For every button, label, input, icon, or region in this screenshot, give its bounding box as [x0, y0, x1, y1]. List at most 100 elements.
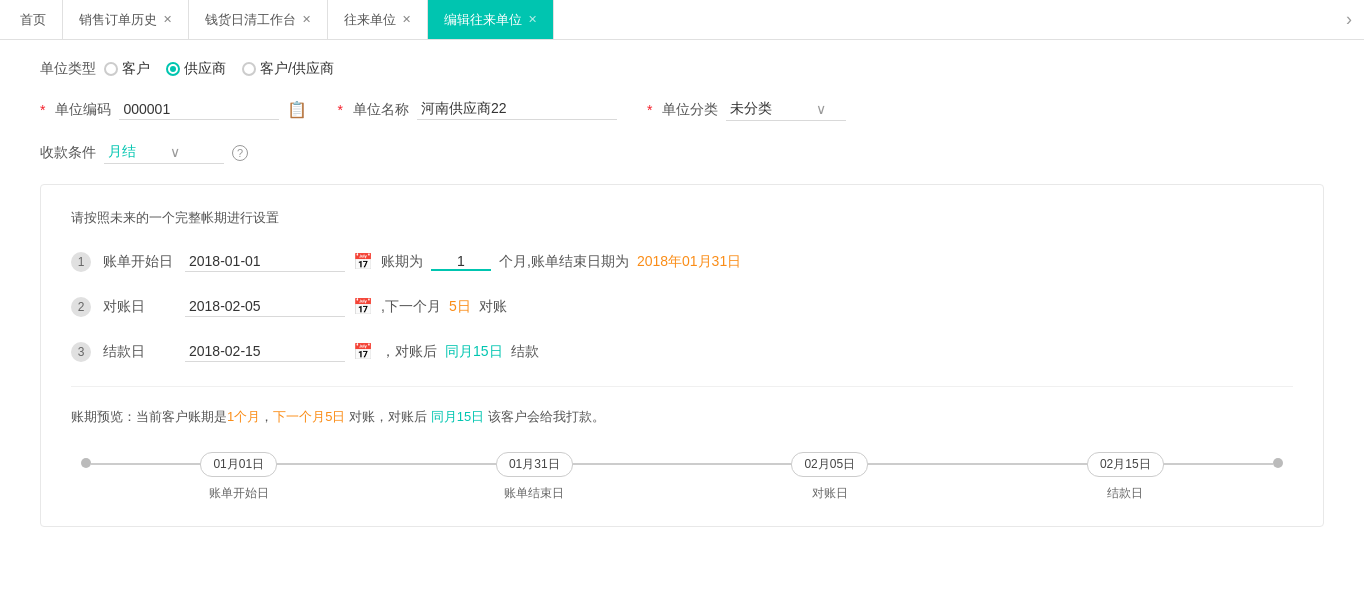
tab-edit-partner-label: 编辑往来单位 — [444, 11, 522, 29]
payment-terms-group: 收款条件 月结 ∨ ? — [40, 141, 248, 164]
tab-bar: 首页 销售订单历史 ✕ 钱货日清工作台 ✕ 往来单位 ✕ 编辑往来单位 ✕ › — [0, 0, 1364, 40]
preview-part1: 1个月 — [227, 409, 260, 424]
step3-suffix: 结款 — [511, 343, 539, 361]
preview-section: 账期预览：当前客户账期是1个月，下一个月5日 对账，对账后 同月15日 该客户会… — [71, 386, 1293, 502]
step3-day: 同月15日 — [445, 343, 503, 361]
timeline-node-3: 02月05日 对账日 — [682, 452, 978, 502]
step-label-1: 账单开始日 — [103, 253, 173, 271]
unit-code-copy-icon[interactable]: 📋 — [287, 100, 307, 119]
timeline-end-dot — [1273, 452, 1283, 468]
tl-line-2: 01月31日 — [387, 452, 683, 477]
step1-date-input[interactable] — [185, 251, 345, 272]
unit-code-label: 单位编码 — [55, 101, 111, 119]
unit-type-group: 单位类型 客户 供应商 客户/供应商 — [40, 60, 334, 78]
tab-partner-close[interactable]: ✕ — [402, 13, 411, 26]
radio-both-circle — [242, 62, 256, 76]
unit-code-input[interactable] — [119, 99, 279, 120]
tl-line-left-3 — [682, 463, 791, 465]
tl-line-3: 02月05日 — [682, 452, 978, 477]
step-num-2: 2 — [71, 297, 91, 317]
step1-period-label: 账期为 — [381, 253, 423, 271]
tab-expand-icon[interactable]: › — [1334, 0, 1364, 39]
tab-edit-partner-close[interactable]: ✕ — [528, 13, 537, 26]
tl-label-4: 结款日 — [1107, 485, 1143, 502]
tab-home[interactable]: 首页 — [0, 0, 63, 39]
tl-line-left-1 — [91, 463, 200, 465]
radio-customer-label: 客户 — [122, 60, 150, 78]
step3-prefix: ，对账后 — [381, 343, 437, 361]
timeline-start-dot — [81, 452, 91, 468]
step3-calendar-icon[interactable]: 📅 — [353, 342, 373, 361]
step-num-1: 1 — [71, 252, 91, 272]
unit-category-select[interactable]: 未分类 ∨ — [726, 98, 846, 121]
payment-terms-select[interactable]: 月结 ∨ — [104, 141, 224, 164]
tab-sales-order-close[interactable]: ✕ — [163, 13, 172, 26]
step-row-1: 1 账单开始日 📅 账期为 个月,账单结束日期为 2018年01月31日 — [71, 251, 1293, 272]
preview-label: 账期预览：当前客户账期是 — [71, 409, 227, 424]
tl-label-3: 对账日 — [812, 485, 848, 502]
tl-line-left-4 — [978, 463, 1087, 465]
step-label-2: 对账日 — [103, 298, 173, 316]
unit-type-row: 单位类型 客户 供应商 客户/供应商 — [40, 60, 1324, 78]
payment-terms-row: 收款条件 月结 ∨ ? — [40, 141, 1324, 164]
preview-part3: 同月15日 — [431, 409, 484, 424]
step-content-2: 📅 ,下一个月 5日 对账 — [185, 296, 507, 317]
step3-date-input[interactable] — [185, 341, 345, 362]
timeline-node-2: 01月31日 账单结束日 — [387, 452, 683, 502]
preview-end: 该客户会给我打款。 — [484, 409, 605, 424]
step-num-3: 3 — [71, 342, 91, 362]
chevron-down-icon-payment: ∨ — [170, 144, 180, 160]
tab-cash-work[interactable]: 钱货日清工作台 ✕ — [189, 0, 328, 39]
unit-category-group: * 单位分类 未分类 ∨ — [647, 98, 846, 121]
dot-end — [1273, 458, 1283, 468]
tl-line-left-2 — [387, 463, 496, 465]
step2-day: 5日 — [449, 298, 471, 316]
payment-terms-label: 收款条件 — [40, 144, 96, 162]
tab-cash-work-close[interactable]: ✕ — [302, 13, 311, 26]
unit-name-input[interactable] — [417, 99, 617, 120]
tab-sales-order-label: 销售订单历史 — [79, 11, 157, 29]
step2-prefix: ,下一个月 — [381, 298, 441, 316]
unit-name-required: * — [337, 102, 342, 118]
help-icon[interactable]: ? — [232, 145, 248, 161]
preview-text: 账期预览：当前客户账期是1个月，下一个月5日 对账，对账后 同月15日 该客户会… — [71, 407, 1293, 428]
tl-line-4: 02月15日 — [978, 452, 1274, 477]
tl-pill-4: 02月15日 — [1087, 452, 1164, 477]
tab-sales-order[interactable]: 销售订单历史 ✕ — [63, 0, 189, 39]
step1-month-unit: 个月,账单结束日期为 — [499, 253, 629, 271]
payment-terms-value: 月结 — [108, 143, 136, 161]
step1-month-input[interactable] — [431, 253, 491, 271]
radio-both-label: 客户/供应商 — [260, 60, 334, 78]
unit-name-group: * 单位名称 — [337, 99, 616, 120]
step-label-3: 结款日 — [103, 343, 173, 361]
radio-supplier-label: 供应商 — [184, 60, 226, 78]
preview-sep1: ， — [260, 409, 273, 424]
tab-home-label: 首页 — [20, 11, 46, 29]
step2-date-input[interactable] — [185, 296, 345, 317]
step2-calendar-icon[interactable]: 📅 — [353, 297, 373, 316]
tab-edit-partner[interactable]: 编辑往来单位 ✕ — [428, 0, 554, 39]
tl-line-right-3 — [868, 463, 977, 465]
unit-name-label: 单位名称 — [353, 101, 409, 119]
step-content-3: 📅 ，对账后 同月15日 结款 — [185, 341, 539, 362]
step1-end-date: 2018年01月31日 — [637, 253, 741, 271]
radio-group-unit-type: 客户 供应商 客户/供应商 — [104, 60, 334, 78]
tab-partner-label: 往来单位 — [344, 11, 396, 29]
radio-both[interactable]: 客户/供应商 — [242, 60, 334, 78]
main-content: 单位类型 客户 供应商 客户/供应商 * 单位编码 — [0, 40, 1364, 608]
step-content-1: 📅 账期为 个月,账单结束日期为 2018年01月31日 — [185, 251, 741, 272]
tl-line-right-4 — [1164, 463, 1273, 465]
radio-supplier[interactable]: 供应商 — [166, 60, 226, 78]
unit-type-label: 单位类型 — [40, 60, 96, 78]
step1-calendar-icon[interactable]: 📅 — [353, 252, 373, 271]
card-section: 请按照未来的一个完整帐期进行设置 1 账单开始日 📅 账期为 个月,账单结束日期… — [40, 184, 1324, 527]
radio-customer[interactable]: 客户 — [104, 60, 150, 78]
tab-partner[interactable]: 往来单位 ✕ — [328, 0, 428, 39]
tl-label-2: 账单结束日 — [504, 485, 564, 502]
step2-suffix: 对账 — [479, 298, 507, 316]
tl-line-right-2 — [573, 463, 682, 465]
unit-info-row: * 单位编码 📋 * 单位名称 * 单位分类 未分类 ∨ — [40, 98, 1324, 121]
card-instruction: 请按照未来的一个完整帐期进行设置 — [71, 209, 1293, 227]
tl-pill-3: 02月05日 — [791, 452, 868, 477]
tl-pill-1: 01月01日 — [200, 452, 277, 477]
